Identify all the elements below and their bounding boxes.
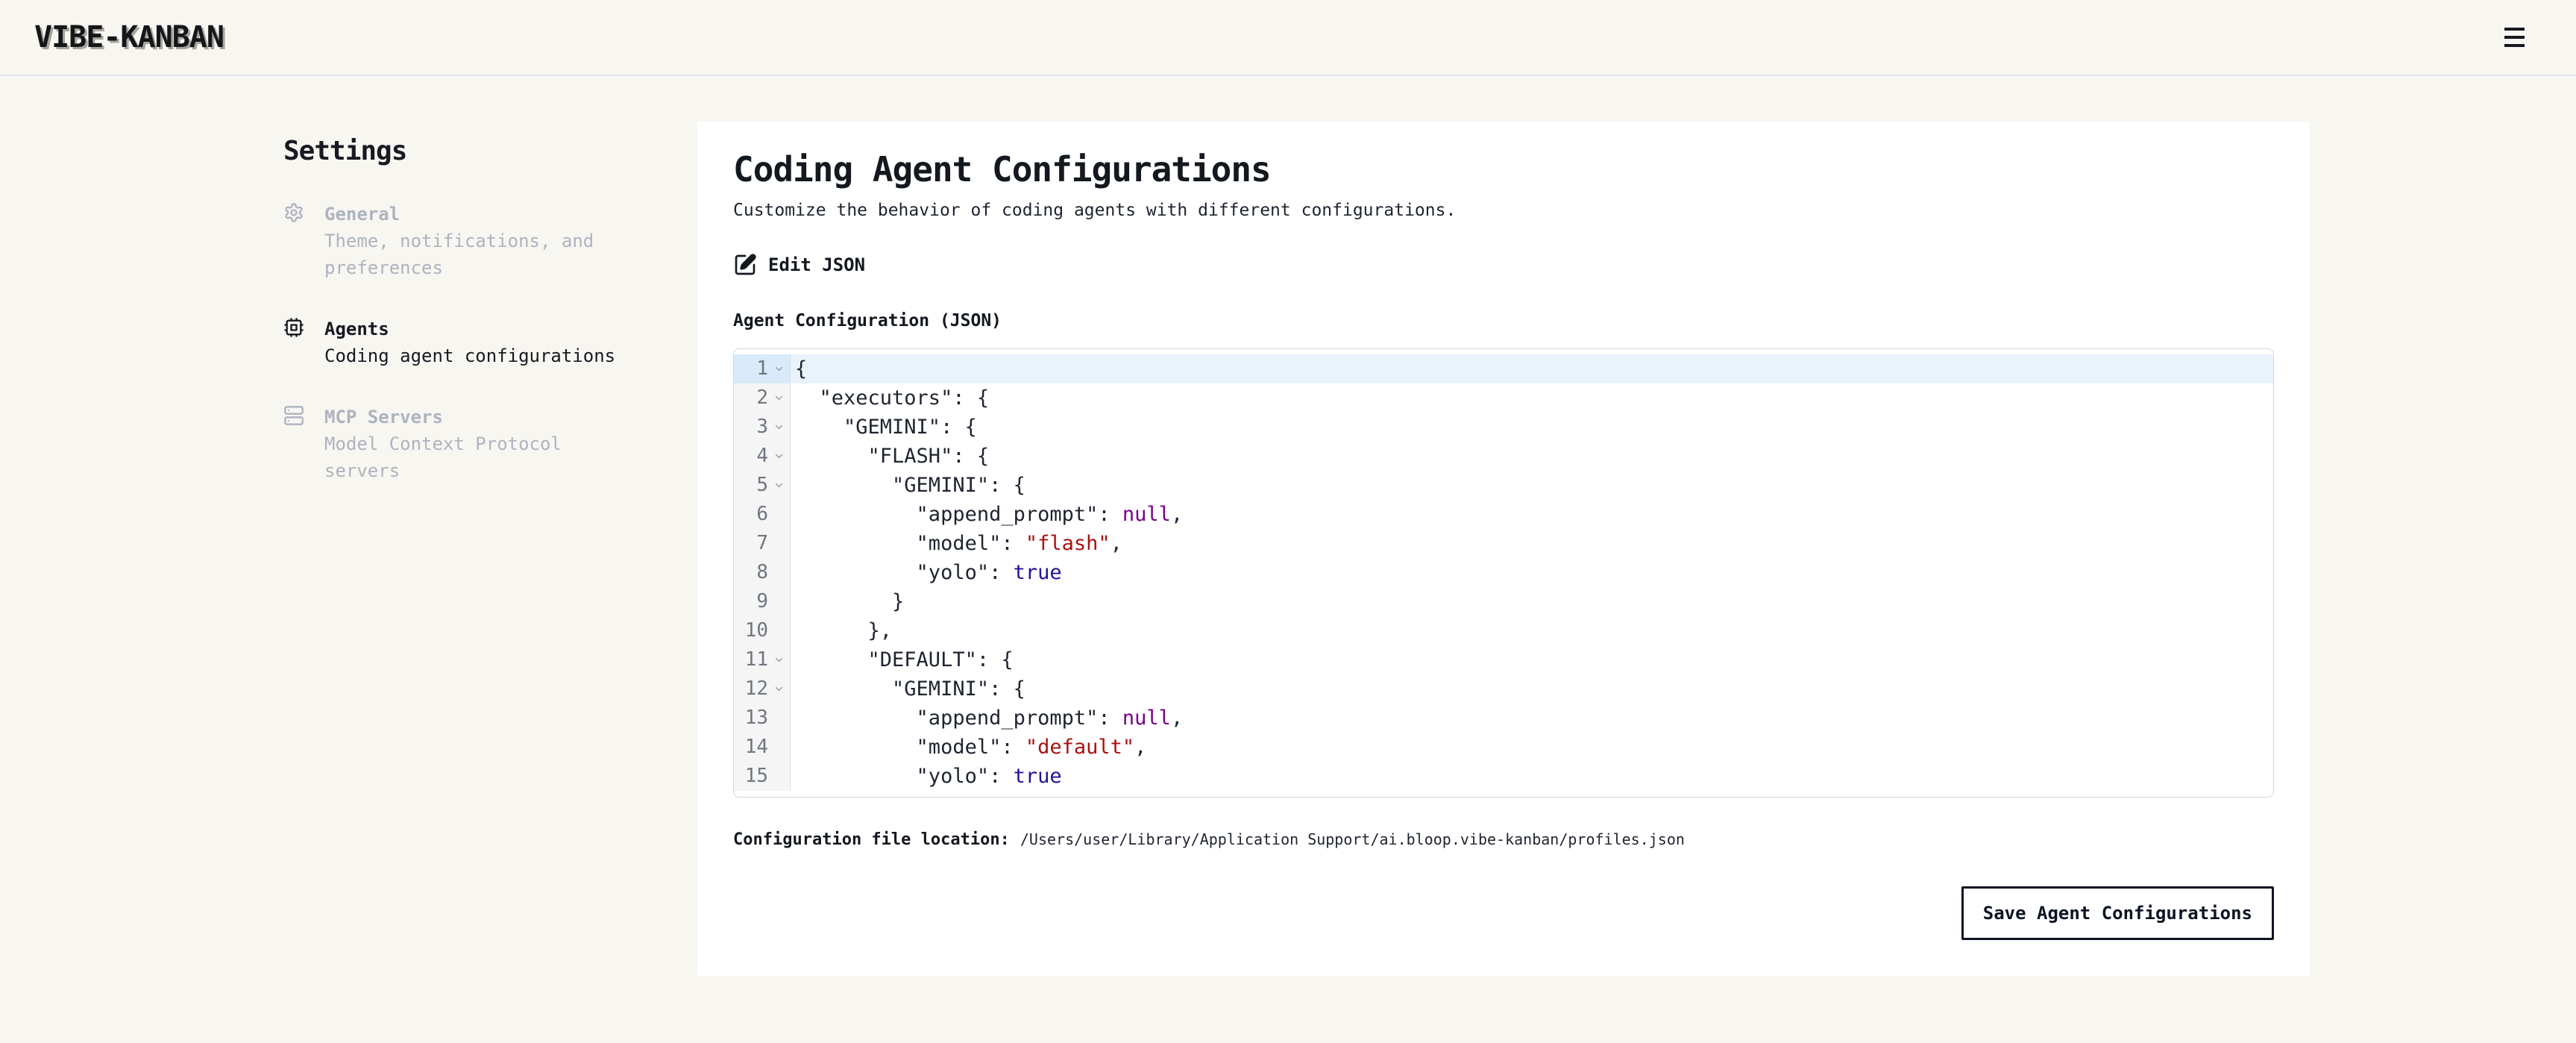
editor-line: 4 "FLASH": {: [734, 442, 2273, 471]
editor-line: 3 "GEMINI": {: [734, 413, 2273, 442]
editor-gutter-cell: 5: [734, 471, 791, 500]
sidebar-item-agents-label: Agents: [324, 319, 389, 339]
editor-line: 5 "GEMINI": {: [734, 471, 2273, 500]
sidebar-item-general[interactable]: General Theme, notifications, and prefer…: [283, 201, 641, 281]
line-number: 11: [744, 648, 768, 671]
editor-gutter-cell: 7: [734, 529, 791, 558]
code-line-content: {: [791, 354, 2273, 383]
editor-gutter-cell: 4: [734, 442, 791, 471]
content-row: Settings General Theme, notifications, a…: [0, 76, 2576, 976]
editor-line: 12 "GEMINI": {: [734, 674, 2273, 704]
editor-line: 13 "append_prompt": null,: [734, 704, 2273, 733]
editor-gutter-cell: 14: [734, 733, 791, 762]
fold-chevron-icon[interactable]: [768, 654, 789, 665]
editor-line: 15 "yolo": true: [734, 762, 2273, 791]
code-line-content: "yolo": true: [795, 561, 1062, 584]
code-line-content: "GEMINI": {: [795, 474, 1025, 497]
editor-gutter-cell: 8: [734, 558, 791, 587]
sidebar-title: Settings: [283, 136, 407, 166]
fold-chevron-icon[interactable]: [768, 363, 789, 375]
sidebar-item-mcp-label: MCP Servers: [324, 407, 443, 427]
code-line-content: "GEMINI": {: [795, 677, 1025, 701]
editor-gutter-cell: 2: [734, 383, 791, 413]
file-location-path: /Users/user/Library/Application Support/…: [1020, 830, 1685, 848]
line-number: 13: [744, 707, 768, 729]
editor-gutter-cell: 11: [734, 645, 791, 674]
sidebar-item-agents[interactable]: Agents Coding agent configurations: [283, 316, 641, 369]
app-logo[interactable]: VIBE-KANBAN: [34, 20, 224, 54]
fold-chevron-icon[interactable]: [768, 451, 789, 462]
editor-line: 7 "model": "flash",: [734, 529, 2273, 558]
edit-json-label: Edit JSON: [768, 254, 866, 275]
editor-line: 10 },: [734, 616, 2273, 645]
code-line-content: "FLASH": {: [795, 445, 990, 468]
file-location-row: Configuration file location: /Users/user…: [733, 830, 2274, 849]
editor-line: 6 "append_prompt": null,: [734, 500, 2273, 529]
line-number: 7: [756, 532, 768, 554]
code-line-content: "model": "flash",: [795, 532, 1122, 555]
code-line-content: "model": "default",: [795, 736, 1147, 759]
line-number: 10: [744, 619, 768, 642]
cpu-icon: [283, 317, 304, 338]
editor-gutter-cell: 13: [734, 704, 791, 733]
file-location-label: Configuration file location:: [733, 830, 1010, 849]
sidebar-item-general-label: General: [324, 204, 400, 225]
editor-gutter-cell: 3: [734, 413, 791, 442]
line-number: 14: [744, 736, 768, 758]
line-number: 9: [756, 590, 768, 613]
editor-line: 14 "model": "default",: [734, 733, 2273, 762]
editor-line: 8 "yolo": true: [734, 558, 2273, 587]
line-number: 5: [756, 474, 768, 496]
code-line-content: "append_prompt": null,: [795, 707, 1184, 730]
editor-gutter-cell: 6: [734, 500, 791, 529]
server-icon: [283, 405, 304, 426]
page-subtitle: Customize the behavior of coding agents …: [733, 201, 1457, 220]
editor-gutter-cell: 1: [734, 354, 791, 383]
fold-chevron-icon[interactable]: [768, 480, 789, 491]
line-number: 6: [756, 503, 768, 525]
edit-json-button[interactable]: Edit JSON: [733, 253, 865, 277]
line-number: 8: [756, 561, 768, 583]
editor-gutter-cell: 10: [734, 616, 791, 645]
fold-chevron-icon[interactable]: [768, 422, 789, 433]
gear-icon: [283, 202, 304, 223]
line-number: 1: [756, 357, 768, 380]
line-number: 2: [756, 386, 768, 409]
sidebar-item-agents-description: Coding agent configurations: [324, 345, 616, 366]
square-pen-icon: [733, 253, 757, 277]
editor-gutter-cell: 15: [734, 762, 791, 791]
editor-line: 2 "executors": {: [734, 383, 2273, 413]
editor-gutter-cell: 12: [734, 674, 791, 704]
page-title: Coding Agent Configurations: [733, 149, 1272, 190]
editor-line: 11 "DEFAULT": {: [734, 645, 2273, 674]
code-line-content: "GEMINI": {: [795, 416, 977, 439]
code-line-content: "DEFAULT": {: [795, 648, 1014, 671]
line-number: 12: [744, 677, 768, 700]
line-number: 3: [756, 416, 768, 438]
json-code-editor[interactable]: 1{2 "executors": {3 "GEMINI": {4 "FLASH"…: [733, 348, 2274, 798]
code-line-content: "append_prompt": null,: [795, 503, 1184, 526]
line-number: 15: [744, 765, 768, 787]
code-line-content: }: [795, 590, 905, 613]
editor-line: 1{: [734, 354, 2273, 383]
line-number: 4: [756, 445, 768, 467]
agent-config-card: Coding Agent Configurations Customize th…: [697, 122, 2310, 976]
sidebar-item-mcp-description: Model Context Protocol servers: [324, 433, 562, 481]
editor-line: 9 }: [734, 587, 2273, 616]
sidebar-item-mcp-servers[interactable]: MCP Servers Model Context Protocol serve…: [283, 404, 641, 484]
app-header: VIBE-KANBAN: [0, 0, 2576, 76]
settings-sidebar: Settings General Theme, notifications, a…: [283, 76, 641, 519]
hamburger-menu-icon[interactable]: [2504, 21, 2537, 54]
code-line-content: "yolo": true: [795, 765, 1062, 788]
code-line-content: },: [795, 619, 893, 642]
editor-label: Agent Configuration (JSON): [733, 311, 1002, 331]
fold-chevron-icon[interactable]: [768, 683, 789, 695]
code-line-content: "executors": {: [795, 386, 990, 410]
editor-gutter-cell: 9: [734, 587, 791, 616]
fold-chevron-icon[interactable]: [768, 392, 789, 404]
save-agent-configurations-button[interactable]: Save Agent Configurations: [1961, 886, 2274, 940]
sidebar-item-general-description: Theme, notifications, and preferences: [324, 231, 594, 278]
